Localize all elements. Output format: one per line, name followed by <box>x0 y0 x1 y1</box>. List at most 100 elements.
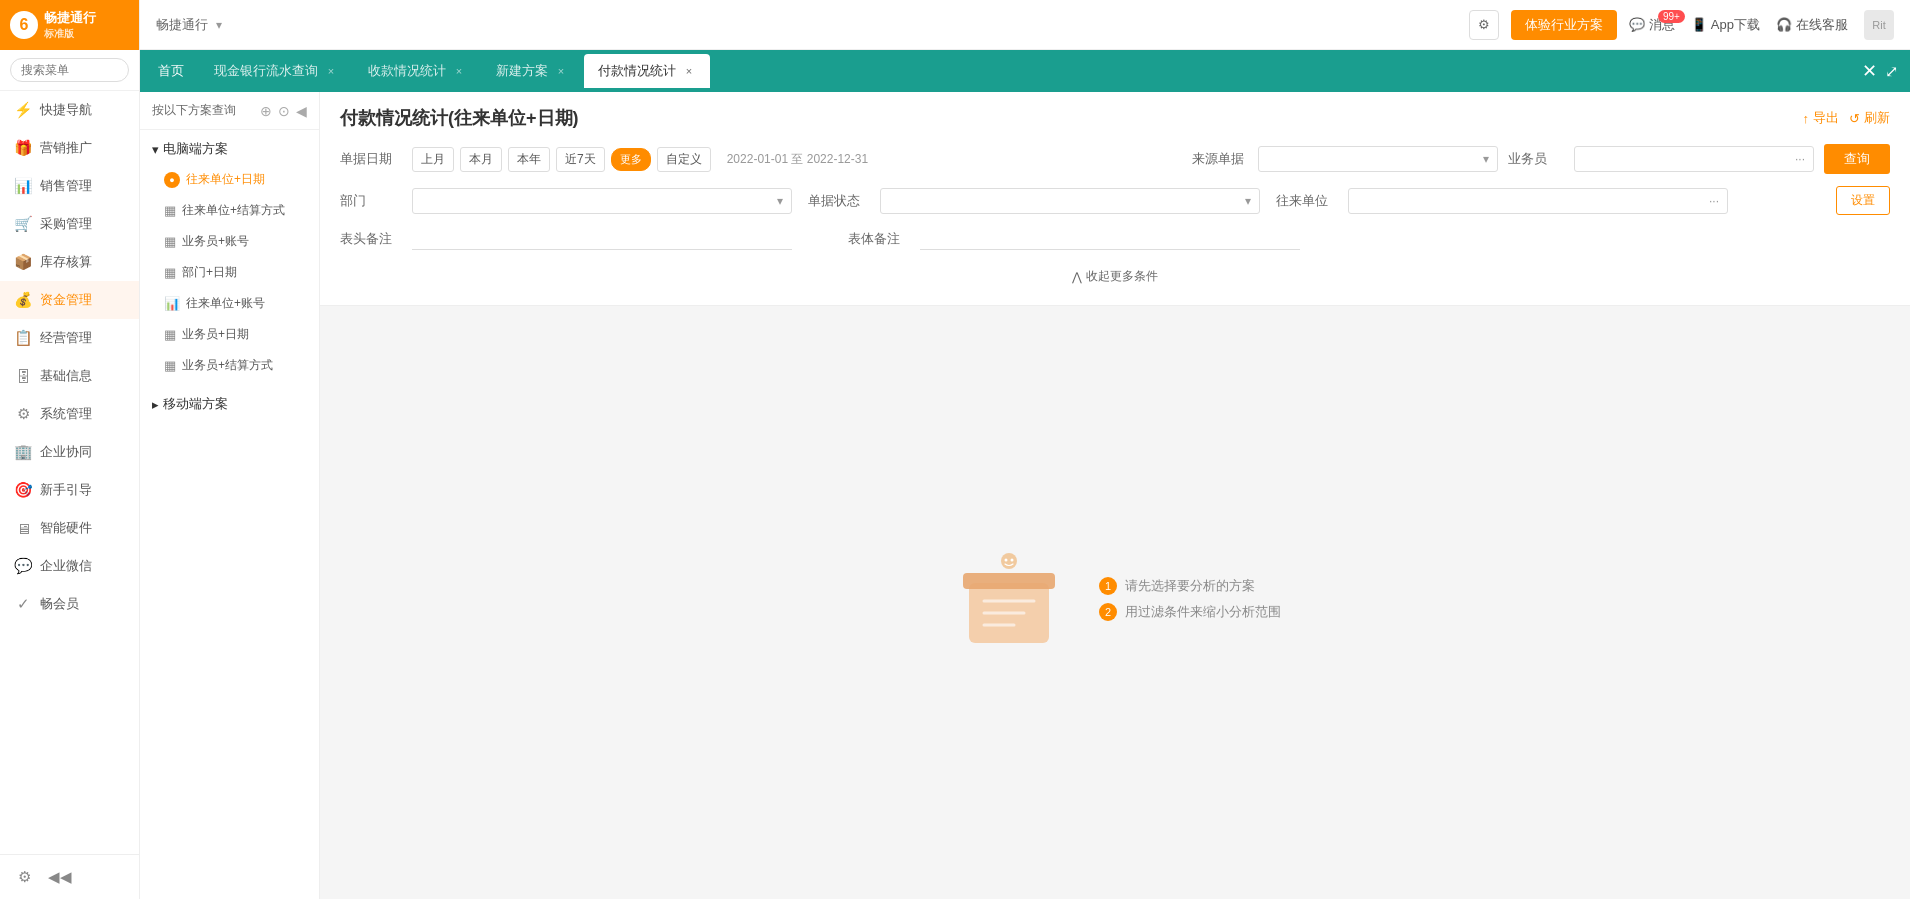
hint-item-2: 2 用过滤条件来缩小分析范围 <box>1099 603 1281 621</box>
sidebar-item-basic[interactable]: 🗄 基础信息 <box>0 357 139 395</box>
avatar[interactable]: Rit <box>1864 10 1894 40</box>
empty-svg <box>949 553 1069 653</box>
body-note-input[interactable] <box>920 227 1300 250</box>
sidebar-item-member[interactable]: ✓ 畅会员 <box>0 585 139 623</box>
refresh-btn[interactable]: ↺ 刷新 <box>1849 109 1890 127</box>
tab-new-scheme-close-icon[interactable]: × <box>554 64 568 78</box>
scheme-item-partner-settlement[interactable]: ▦ 往来单位+结算方式 <box>140 195 319 226</box>
scheme-item-staff-settlement[interactable]: ▦ 业务员+结算方式 <box>140 350 319 381</box>
settings-button[interactable]: 设置 <box>1836 186 1890 215</box>
add-scheme-icon[interactable]: ⊕ <box>260 103 272 119</box>
online-service-btn[interactable]: 🎧 在线客服 <box>1776 16 1848 34</box>
date-btn-7days[interactable]: 近7天 <box>556 147 605 172</box>
voucher-status-select[interactable]: ▾ <box>880 188 1260 214</box>
tab-home[interactable]: 首页 <box>144 54 198 88</box>
scheme-table-icon: ▦ <box>164 234 176 249</box>
staff-select[interactable]: ··· <box>1574 146 1814 172</box>
export-btn[interactable]: ↑ 导出 <box>1803 109 1840 127</box>
date-btn-custom[interactable]: 自定义 <box>657 147 711 172</box>
tab-payments-close-icon[interactable]: × <box>682 64 696 78</box>
sidebar-item-sales[interactable]: 📊 销售管理 <box>0 167 139 205</box>
settings-icon-btn[interactable]: ⚙ <box>1469 10 1499 40</box>
sidebar-item-label: 基础信息 <box>40 367 92 385</box>
app-name: 畅捷通行 <box>44 9 96 27</box>
footer-collapse-btn[interactable]: ◀◀ <box>46 863 74 891</box>
app-logo: 6 畅捷通行 标准版 <box>0 0 139 50</box>
sidebar-item-hardware[interactable]: 🖥 智能硬件 <box>0 509 139 547</box>
filter-area: 付款情况统计(往来单位+日期) ↑ 导出 ↺ 刷新 单据日期 <box>320 92 1910 306</box>
app-download-btn[interactable]: 📱 App下载 <box>1691 16 1760 34</box>
sidebar-item-operations[interactable]: 📋 经营管理 <box>0 319 139 357</box>
dept-arrow: ▾ <box>777 194 783 208</box>
message-badge: 99+ <box>1658 10 1685 23</box>
header-right: 💬 消息 99+ 📱 App下载 🎧 在线客服 Rit <box>1629 10 1894 40</box>
operations-icon: 📋 <box>14 329 32 347</box>
sidebar-item-capital[interactable]: 💰 资金管理 <box>0 281 139 319</box>
sidebar-item-label: 经营管理 <box>40 329 92 347</box>
app-download-icon: 📱 <box>1691 17 1707 32</box>
quick-nav-icon: ⚡ <box>14 101 32 119</box>
tab-new-scheme[interactable]: 新建方案 × <box>482 54 582 88</box>
scheme-item-partner-date[interactable]: ● 往来单位+日期 <box>140 164 319 195</box>
settings-scheme-icon[interactable]: ⊙ <box>278 103 290 119</box>
collapse-conditions-btn[interactable]: ⋀ 收起更多条件 <box>340 262 1890 291</box>
sidebar-item-purchase[interactable]: 🛒 采购管理 <box>0 205 139 243</box>
scheme-table-icon: ▦ <box>164 358 176 373</box>
source-voucher-label: 来源单据 <box>1192 150 1248 168</box>
tab-close-all-btn[interactable]: ✕ <box>1862 60 1877 82</box>
scheme-item-staff-account[interactable]: ▦ 业务员+账号 <box>140 226 319 257</box>
partner-select[interactable]: ··· <box>1348 188 1728 214</box>
source-voucher-select[interactable]: ▾ <box>1258 146 1498 172</box>
date-btn-last-month[interactable]: 上月 <box>412 147 454 172</box>
sidebar-item-label: 营销推广 <box>40 139 92 157</box>
tab-payments[interactable]: 付款情况统计 × <box>584 54 710 88</box>
desktop-scheme-group-header[interactable]: ▾ 电脑端方案 <box>140 134 319 164</box>
scheme-item-dept-date[interactable]: ▦ 部门+日期 <box>140 257 319 288</box>
tab-bank-flow[interactable]: 现金银行流水查询 × <box>200 54 352 88</box>
sidebar-item-inventory[interactable]: 📦 库存核算 <box>0 243 139 281</box>
hint-num-2: 2 <box>1099 603 1117 621</box>
sidebar-item-label: 资金管理 <box>40 291 92 309</box>
enterprise-icon: 🏢 <box>14 443 32 461</box>
mobile-scheme-group-header[interactable]: ▸ 移动端方案 <box>140 389 319 419</box>
tab-bank-flow-label: 现金银行流水查询 <box>214 62 318 80</box>
tab-expand-btn[interactable]: ⤢ <box>1885 62 1898 81</box>
search-input[interactable] <box>10 58 129 82</box>
sidebar-item-guide[interactable]: 🎯 新手引导 <box>0 471 139 509</box>
date-btn-more[interactable]: 更多 <box>611 148 651 171</box>
svg-rect-1 <box>963 573 1055 589</box>
header-note-input[interactable] <box>412 227 792 250</box>
scheme-item-staff-date[interactable]: ▦ 业务员+日期 <box>140 319 319 350</box>
sidebar-item-system[interactable]: ⚙ 系统管理 <box>0 395 139 433</box>
message-icon: 💬 <box>1629 17 1645 32</box>
sidebar-item-label: 系统管理 <box>40 405 92 423</box>
logo-icon: 6 <box>10 11 38 39</box>
tab-receipts-close-icon[interactable]: × <box>452 64 466 78</box>
footer-settings-btn[interactable]: ⚙ <box>10 863 38 891</box>
online-service-icon: 🎧 <box>1776 17 1792 32</box>
scheme-item-partner-account[interactable]: 📊 往来单位+账号 <box>140 288 319 319</box>
date-btn-this-year[interactable]: 本年 <box>508 147 550 172</box>
query-button[interactable]: 查询 <box>1824 144 1890 174</box>
body-note-label: 表体备注 <box>848 230 904 248</box>
guide-icon: 🎯 <box>14 481 32 499</box>
department-select[interactable]: ▾ <box>412 188 792 214</box>
svg-point-5 <box>1001 553 1017 569</box>
scheme-table-icon: ▦ <box>164 327 176 342</box>
sidebar-item-quick-nav[interactable]: ⚡ 快捷导航 <box>0 91 139 129</box>
page-title-bar: 付款情况统计(往来单位+日期) ↑ 导出 ↺ 刷新 <box>340 106 1890 130</box>
trial-button[interactable]: 体验行业方案 <box>1511 10 1617 40</box>
date-btn-this-month[interactable]: 本月 <box>460 147 502 172</box>
sidebar-item-enterprise[interactable]: 🏢 企业协同 <box>0 433 139 471</box>
message-btn[interactable]: 💬 消息 99+ <box>1629 16 1675 34</box>
date-options: 上月 本月 本年 近7天 更多 自定义 <box>412 147 711 172</box>
tab-receipts[interactable]: 收款情况统计 × <box>354 54 480 88</box>
collapse-scheme-icon[interactable]: ◀ <box>296 103 307 119</box>
tab-bank-flow-close-icon[interactable]: × <box>324 64 338 78</box>
sidebar-item-marketing[interactable]: 🎁 营销推广 <box>0 129 139 167</box>
sidebar-item-label: 智能硬件 <box>40 519 92 537</box>
top-header: 畅捷通行 ▾ ⚙ 体验行业方案 💬 消息 99+ 📱 App下载 🎧 在线客服 … <box>140 0 1910 50</box>
sidebar-item-wechat[interactable]: 💬 企业微信 <box>0 547 139 585</box>
tab-payments-label: 付款情况统计 <box>598 62 676 80</box>
mobile-scheme-group: ▸ 移动端方案 <box>140 385 319 423</box>
